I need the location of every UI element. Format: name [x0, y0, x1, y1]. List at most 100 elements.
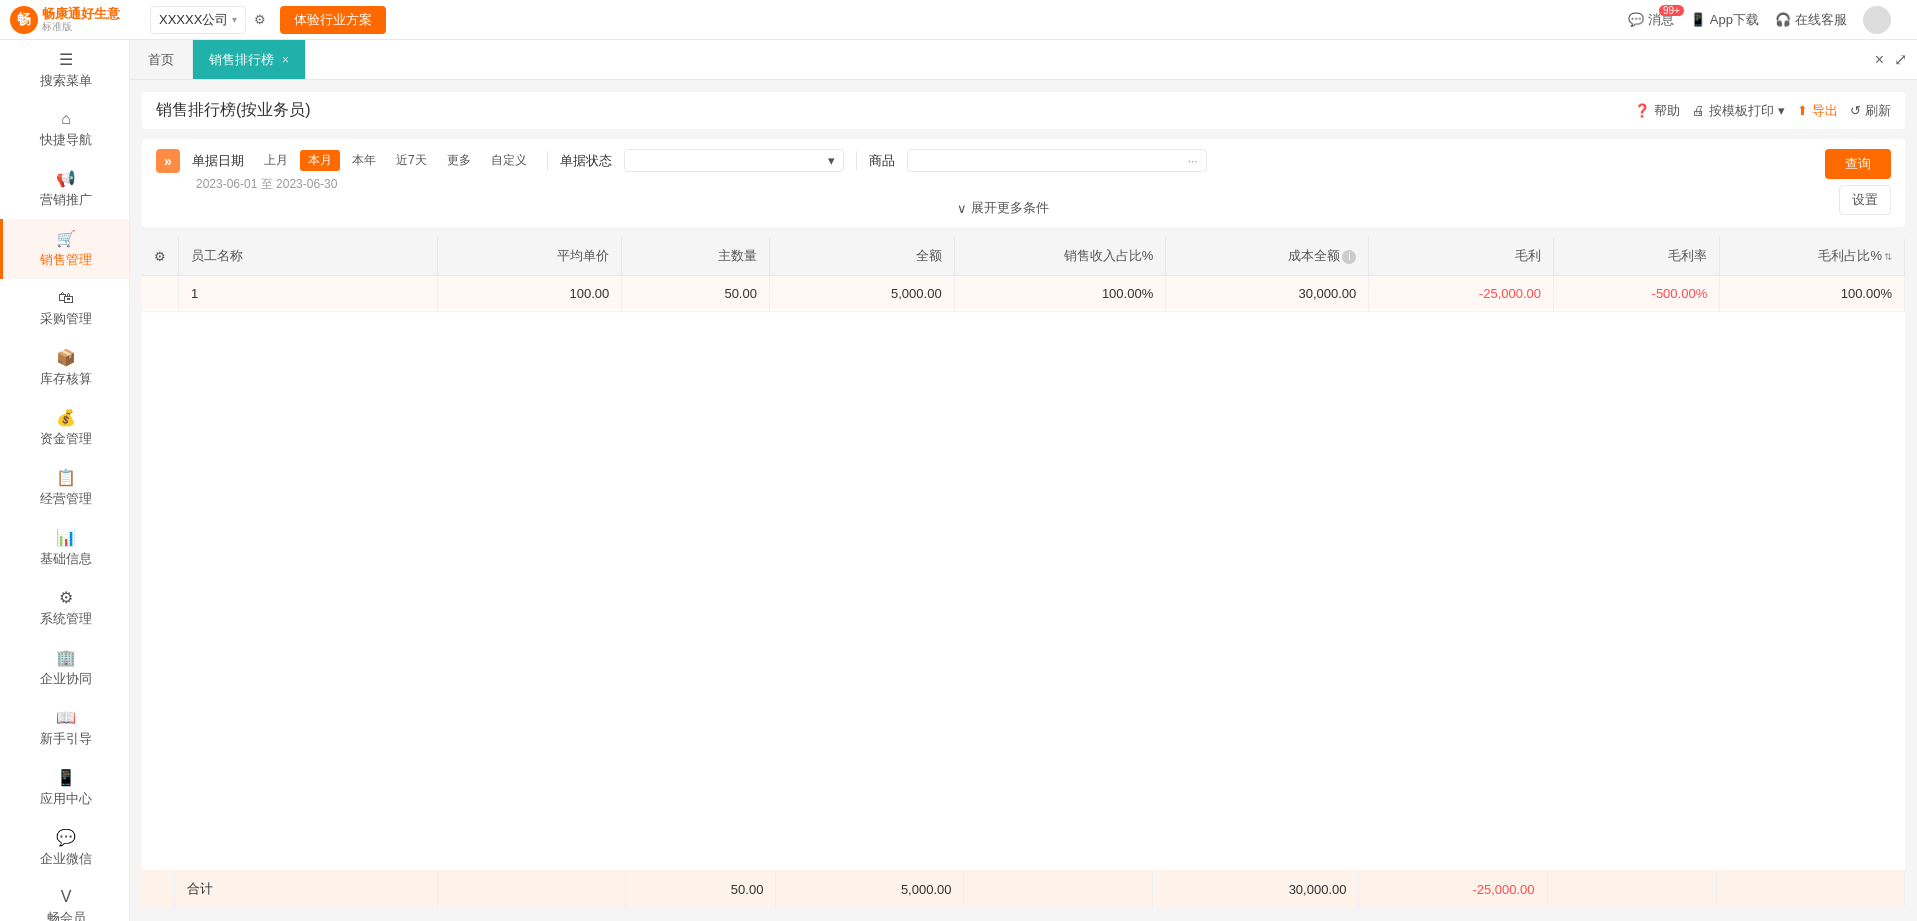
status-label: 单据状态	[560, 152, 612, 170]
company-name: XXXXX公司	[159, 11, 228, 29]
table-scroll[interactable]: ⚙ 员工名称 平均单价 主数量 全额 销售收入占比% 成本全额i 毛利	[142, 237, 1905, 870]
col-header-settings[interactable]: ⚙	[142, 237, 179, 276]
sidebar-label-inventory: 库存核算	[40, 370, 92, 388]
footer-profit-pct	[1716, 870, 1904, 909]
company-selector[interactable]: XXXXX公司 ▾	[150, 6, 246, 34]
tab-home-label: 首页	[148, 51, 174, 69]
sidebar-item-purchase[interactable]: 🛍 采购管理	[0, 279, 129, 338]
sidebar-item-quick-nav[interactable]: ⌂ 快捷导航	[0, 100, 129, 159]
row-cost: 30,000.00	[1166, 276, 1369, 312]
marketing-icon: 📢	[56, 169, 76, 188]
tab-home[interactable]: 首页	[130, 40, 193, 79]
sidebar-item-apps[interactable]: 📱 应用中心	[0, 758, 129, 818]
refresh-label: 刷新	[1865, 102, 1891, 120]
guide-icon: 📖	[56, 708, 76, 727]
print-button[interactable]: 🖨 按模板打印 ▾	[1692, 102, 1785, 120]
sidebar-item-system[interactable]: ⚙ 系统管理	[0, 578, 129, 638]
cost-info-icon[interactable]: i	[1342, 250, 1356, 264]
table-header-row: ⚙ 员工名称 平均单价 主数量 全额 销售收入占比% 成本全额i 毛利	[142, 237, 1905, 276]
row-profit: -25,000.00	[1369, 276, 1554, 312]
logo-area: 畅 畅康通好生意 标准版	[10, 6, 140, 34]
purchase-icon: 🛍	[58, 289, 74, 307]
system-icon: ⚙	[59, 588, 73, 607]
app-download-icon: 📱	[1690, 12, 1706, 27]
row-profit-rate: -500.00%	[1554, 276, 1720, 312]
filter-divider-1	[547, 151, 548, 171]
row-amount: 5,000.00	[769, 276, 954, 312]
online-service-label: 在线客服	[1795, 11, 1847, 29]
vip-icon: V	[61, 888, 72, 906]
refresh-icon: ↺	[1850, 103, 1861, 118]
date-tab-this-year[interactable]: 本年	[344, 150, 384, 171]
footer-label: 合计	[174, 870, 437, 909]
expand-icon: ∨	[957, 201, 967, 216]
date-tab-this-month[interactable]: 本月	[300, 150, 340, 171]
page-title: 销售排行榜(按业务员)	[156, 100, 311, 121]
sidebar-item-marketing[interactable]: 📢 营销推广	[0, 159, 129, 219]
sidebar-item-operations[interactable]: 📋 经营管理	[0, 458, 129, 518]
col-header-profit-pct[interactable]: 毛利占比%⇅	[1720, 237, 1905, 276]
data-table: ⚙ 员工名称 平均单价 主数量 全额 销售收入占比% 成本全额i 毛利	[142, 237, 1905, 312]
main-layout: ☰ 搜索菜单 ⌂ 快捷导航 📢 营销推广 🛒 销售管理 🛍 采购管理 📦 库存核…	[0, 40, 1917, 921]
message-button[interactable]: 💬 消息 99+	[1628, 11, 1674, 29]
sidebar-item-inventory[interactable]: 📦 库存核算	[0, 338, 129, 398]
sidebar-item-enterprise[interactable]: 🏢 企业协同	[0, 638, 129, 698]
goods-more-icon[interactable]: ···	[1188, 154, 1198, 168]
sidebar-label-enterprise: 企业协同	[40, 670, 92, 688]
logo-icon: 畅	[10, 6, 38, 34]
sidebar-item-finance[interactable]: 💰 资金管理	[0, 398, 129, 458]
app-download-label: App下载	[1710, 11, 1759, 29]
sidebar-label-basic-info: 基础信息	[40, 550, 92, 568]
settings-panel-button[interactable]: 设置	[1839, 185, 1891, 215]
query-button[interactable]: 查询	[1825, 149, 1891, 179]
help-button[interactable]: ❓ 帮助	[1634, 102, 1680, 120]
col-header-name: 员工名称	[179, 237, 438, 276]
sidebar-item-search-order[interactable]: ☰ 搜索菜单	[0, 40, 129, 100]
date-tab-custom[interactable]: 自定义	[483, 150, 535, 171]
trial-button[interactable]: 体验行业方案	[280, 6, 386, 34]
col-header-amount: 全额	[769, 237, 954, 276]
message-icon: 💬	[1628, 12, 1644, 27]
filter-divider-2	[856, 151, 857, 171]
app-download-button[interactable]: 📱 App下载	[1690, 11, 1759, 29]
sidebar-item-basic-info[interactable]: 📊 基础信息	[0, 518, 129, 578]
date-tab-7days[interactable]: 近7天	[388, 150, 435, 171]
message-badge: 99+	[1659, 5, 1684, 16]
export-button[interactable]: ⬆ 导出	[1797, 102, 1838, 120]
footer-avg	[437, 870, 625, 909]
sort-icon[interactable]: ⇅	[1884, 251, 1892, 262]
goods-label: 商品	[869, 152, 895, 170]
avatar[interactable]	[1863, 6, 1891, 34]
page-header: 销售排行榜(按业务员) ❓ 帮助 🖨 按模板打印 ▾ ⬆ 导出	[142, 92, 1905, 129]
sidebar-item-sales[interactable]: 🛒 销售管理	[0, 219, 129, 279]
expand-more-button[interactable]: ∨ 展开更多条件	[192, 193, 1813, 217]
export-label: 导出	[1812, 102, 1838, 120]
close-tab-icon[interactable]: ×	[282, 53, 289, 67]
date-range-display: 2023-06-01 至 2023-06-30	[196, 177, 337, 191]
tab-sales-ranking-label: 销售排行榜	[209, 51, 274, 69]
row-avg-price: 100.00	[437, 276, 622, 312]
close-all-tabs-icon[interactable]: ×	[1875, 51, 1884, 69]
sidebar-label-operations: 经营管理	[40, 490, 92, 508]
settings-icon[interactable]: ⚙	[246, 6, 274, 34]
goods-input-field[interactable]	[916, 153, 1184, 168]
maximize-icon[interactable]: ⤢	[1894, 50, 1907, 69]
expand-label: 展开更多条件	[971, 199, 1049, 217]
online-service-button[interactable]: 🎧 在线客服	[1775, 11, 1847, 29]
date-tab-more[interactable]: 更多	[439, 150, 479, 171]
logo: 畅 畅康通好生意 标准版	[10, 6, 120, 34]
inventory-icon: 📦	[56, 348, 76, 367]
sidebar-item-guide[interactable]: 📖 新手引导	[0, 698, 129, 758]
collapse-filter-button[interactable]: »	[156, 149, 180, 173]
footer-amount: 5,000.00	[776, 870, 964, 909]
date-tab-last-month[interactable]: 上月	[256, 150, 296, 171]
page-content: 销售排行榜(按业务员) ❓ 帮助 🖨 按模板打印 ▾ ⬆ 导出	[130, 80, 1917, 921]
footer-qty: 50.00	[625, 870, 775, 909]
sidebar-item-wechat[interactable]: 💬 企业微信	[0, 818, 129, 878]
refresh-button[interactable]: ↺ 刷新	[1850, 102, 1891, 120]
sidebar-item-vip[interactable]: V 畅会员	[0, 878, 129, 921]
status-select[interactable]: ▾	[624, 149, 844, 172]
sidebar: ☰ 搜索菜单 ⌂ 快捷导航 📢 营销推广 🛒 销售管理 🛍 采购管理 📦 库存核…	[0, 40, 130, 921]
footer-settings	[142, 870, 174, 909]
tab-sales-ranking[interactable]: 销售排行榜 ×	[193, 40, 306, 79]
